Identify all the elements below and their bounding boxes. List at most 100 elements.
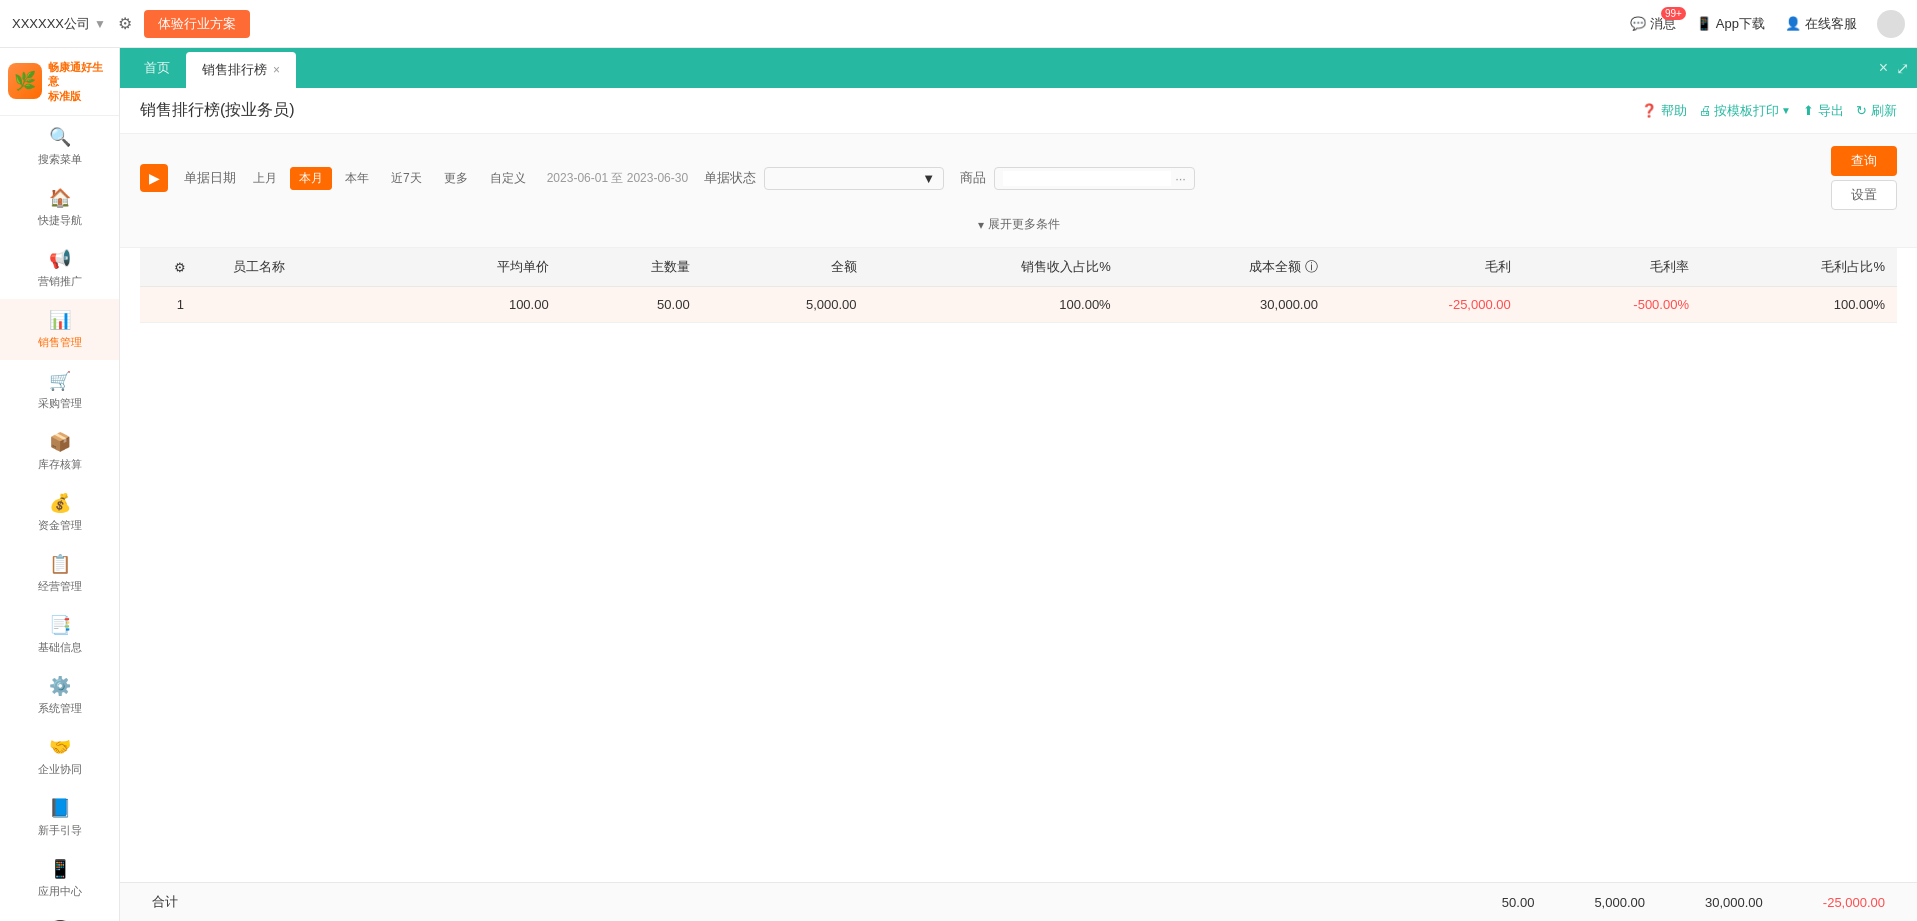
tab-home-label: 首页 [144, 59, 170, 77]
expand-label: 展开更多条件 [988, 216, 1060, 233]
filter-toggle-button[interactable]: ▶ [140, 164, 168, 192]
close-window-icon[interactable]: × [1879, 59, 1888, 78]
sidebar-item-sales[interactable]: 📊 销售管理 [0, 299, 119, 360]
export-icon: ⬆ [1803, 103, 1814, 118]
refresh-icon: ↻ [1856, 103, 1867, 118]
print-label: 按模板打印 [1714, 102, 1779, 120]
company-dropdown-icon[interactable]: ▼ [94, 17, 106, 31]
query-button[interactable]: 查询 [1831, 146, 1897, 176]
cell-rank: 1 [140, 287, 221, 323]
sidebar-label-inventory: 库存核算 [38, 457, 82, 472]
goods-more-icon[interactable]: ··· [1175, 171, 1186, 186]
trial-button[interactable]: 体验行业方案 [144, 10, 250, 38]
sidebar-label-quick: 快捷导航 [38, 213, 82, 228]
sidebar-item-wechat[interactable]: 💬 企业微信 [0, 909, 119, 921]
sidebar-item-finance[interactable]: 💰 资金管理 [0, 482, 119, 543]
print-dropdown-icon: ▼ [1781, 105, 1791, 116]
search-icon: 🔍 [49, 126, 71, 148]
cell-avg-price: 100.00 [391, 287, 561, 323]
date-btn-自定义[interactable]: 自定义 [481, 167, 535, 190]
message-badge: 99+ [1661, 7, 1686, 20]
setting-button[interactable]: 设置 [1831, 180, 1897, 210]
app-label: App下载 [1716, 15, 1765, 33]
avatar[interactable] [1877, 10, 1905, 38]
goods-label: 商品 [960, 169, 986, 187]
filter-row: ▶ 单据日期 上月本月本年近7天更多自定义 2023-06-01 至 2023-… [140, 146, 1897, 210]
sidebar-label-search: 搜索菜单 [38, 152, 82, 167]
print-button[interactable]: 🖨 按模板打印 ▼ [1699, 102, 1791, 120]
page-content: 销售排行榜(按业务员) ❓ 帮助 🖨 按模板打印 ▼ ⬆ 导出 [120, 88, 1917, 921]
sidebar-item-purchase[interactable]: 🛒 采购管理 [0, 360, 119, 421]
sidebar: 🌿 畅康通好生意 标准版 🔍 搜索菜单 🏠 快捷导航 📢 营销推广 📊 销售管理… [0, 48, 120, 921]
refresh-button[interactable]: ↻ 刷新 [1856, 102, 1897, 120]
export-button[interactable]: ⬆ 导出 [1803, 102, 1844, 120]
col-gear[interactable]: ⚙ [140, 248, 221, 287]
top-bar-right: 💬 消息 99+ 📱 App下载 👤 在线客服 [1630, 10, 1905, 38]
tab-bar-actions: × ⤢ [1879, 59, 1909, 78]
sidebar-item-quick[interactable]: 🏠 快捷导航 [0, 177, 119, 238]
sidebar-item-corp[interactable]: 🤝 企业协同 [0, 726, 119, 787]
sidebar-item-marketing[interactable]: 📢 营销推广 [0, 238, 119, 299]
guide-icon: 📘 [49, 797, 71, 819]
sidebar-label-system: 系统管理 [38, 701, 82, 716]
gear-icon[interactable]: ⚙ [118, 14, 132, 33]
message-button[interactable]: 💬 消息 99+ [1630, 15, 1676, 33]
page-title: 销售排行榜(按业务员) [140, 100, 295, 121]
date-btn-上月[interactable]: 上月 [244, 167, 286, 190]
print-icon: 🖨 [1699, 103, 1712, 118]
status-select[interactable]: ▼ [764, 167, 944, 190]
sidebar-item-search[interactable]: 🔍 搜索菜单 [0, 116, 119, 177]
expand-more-button[interactable]: ▾ 展开更多条件 [140, 210, 1897, 235]
sidebar-item-basic[interactable]: 📑 基础信息 [0, 604, 119, 665]
page-actions: ❓ 帮助 🖨 按模板打印 ▼ ⬆ 导出 ↻ 刷新 [1641, 102, 1897, 120]
tab-sales-ranking[interactable]: 销售排行榜 × [186, 52, 296, 88]
quick-icon: 🏠 [49, 187, 71, 209]
purchase-icon: 🛒 [49, 370, 71, 392]
refresh-label: 刷新 [1871, 102, 1897, 120]
app-download-button[interactable]: 📱 App下载 [1696, 15, 1765, 33]
sidebar-label-marketing: 营销推广 [38, 274, 82, 289]
marketing-icon: 📢 [49, 248, 71, 270]
sidebar-item-inventory[interactable]: 📦 库存核算 [0, 421, 119, 482]
tab-close-icon[interactable]: × [273, 63, 280, 77]
table-footer: 合计 50.00 5,000.00 30,000.00 -25,000.00 [120, 882, 1917, 921]
col-amount: 全额 [702, 248, 869, 287]
company-name: XXXXXX公司 [12, 15, 90, 33]
export-label: 导出 [1818, 102, 1844, 120]
company-selector[interactable]: XXXXXX公司 ▼ [12, 15, 106, 33]
operation-icon: 📋 [49, 553, 71, 575]
date-btn-近7天[interactable]: 近7天 [382, 167, 431, 190]
date-btn-本月[interactable]: 本月 [290, 167, 332, 190]
goods-input[interactable]: ··· [994, 167, 1195, 190]
sidebar-item-guide[interactable]: 📘 新手引导 [0, 787, 119, 848]
maximize-icon[interactable]: ⤢ [1896, 59, 1909, 78]
col-name: 员工名称 [221, 248, 391, 287]
inventory-icon: 📦 [49, 431, 71, 453]
sidebar-item-appstore[interactable]: 📱 应用中心 [0, 848, 119, 909]
filter-actions: 查询 设置 [1831, 146, 1897, 210]
corp-icon: 🤝 [49, 736, 71, 758]
sidebar-label-guide: 新手引导 [38, 823, 82, 838]
sidebar-item-system[interactable]: ⚙️ 系统管理 [0, 665, 119, 726]
page-header: 销售排行榜(按业务员) ❓ 帮助 🖨 按模板打印 ▼ ⬆ 导出 [120, 88, 1917, 134]
tab-home[interactable]: 首页 [128, 48, 186, 88]
help-button[interactable]: ❓ 帮助 [1641, 102, 1687, 120]
goods-input-field[interactable] [1003, 171, 1171, 186]
content-area: 首页 销售排行榜 × × ⤢ 销售排行榜(按业务员) ❓ 帮助 [120, 48, 1917, 921]
table-header-row: ⚙ 员工名称 平均单价 主数量 全额 销售收入占比% 成本全额 ⓘ 毛利 毛利率… [140, 248, 1897, 287]
cell-name [221, 287, 391, 323]
date-btn-本年[interactable]: 本年 [336, 167, 378, 190]
col-avg-price: 平均单价 [391, 248, 561, 287]
logo-icon: 🌿 [8, 63, 42, 99]
sidebar-item-operation[interactable]: 📋 经营管理 [0, 543, 119, 604]
sidebar-label-finance: 资金管理 [38, 518, 82, 533]
table-header: ⚙ 员工名称 平均单价 主数量 全额 销售收入占比% 成本全额 ⓘ 毛利 毛利率… [140, 248, 1897, 287]
cell-gross-pct: 100.00% [1701, 287, 1897, 323]
basic-icon: 📑 [49, 614, 71, 636]
col-sales-pct: 销售收入占比% [869, 248, 1123, 287]
date-btn-更多[interactable]: 更多 [435, 167, 477, 190]
online-service-button[interactable]: 👤 在线客服 [1785, 15, 1857, 33]
col-qty: 主数量 [561, 248, 702, 287]
system-icon: ⚙️ [49, 675, 71, 697]
filter-area: ▶ 单据日期 上月本月本年近7天更多自定义 2023-06-01 至 2023-… [120, 134, 1917, 248]
